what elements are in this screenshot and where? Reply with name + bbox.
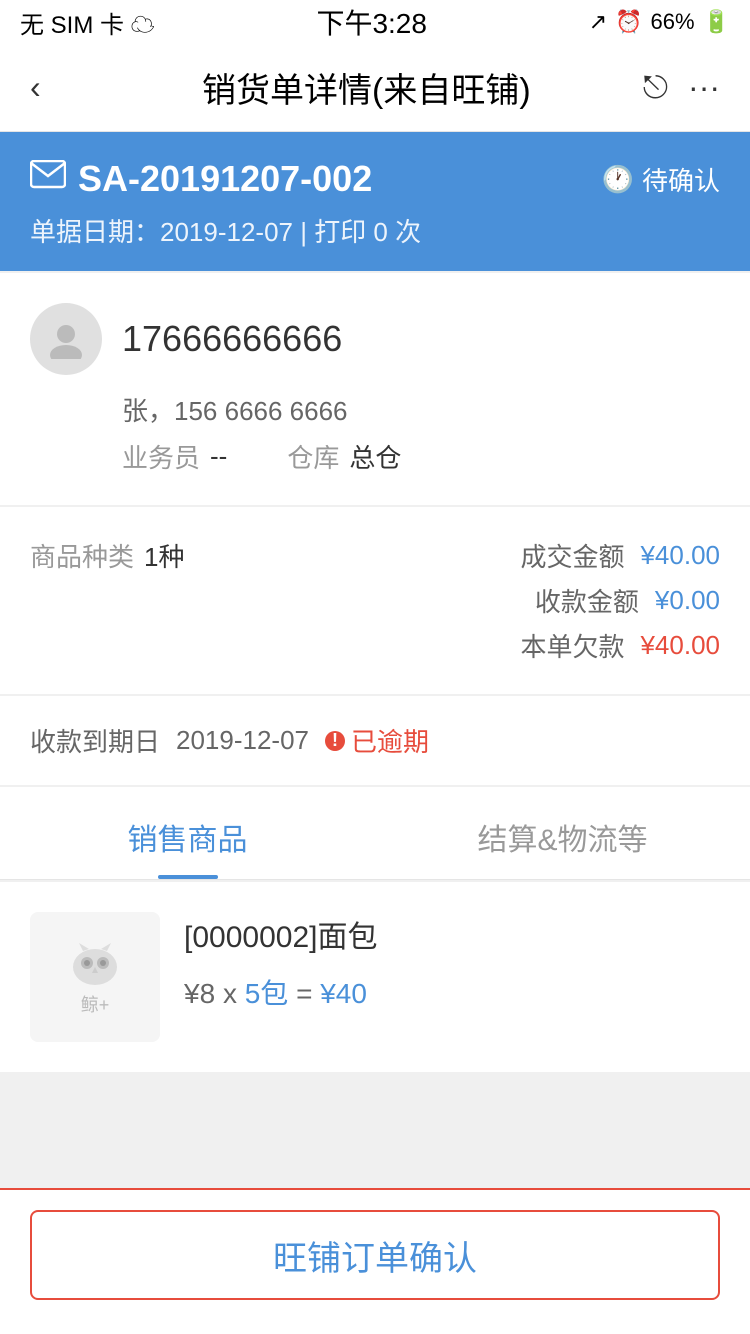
transaction-row: 成交金额 ¥40.00: [520, 537, 720, 574]
status-bar: 无 SIM 卡 ☁ 下午3:28 ↗ ⏰ 66% 🔋: [0, 0, 750, 44]
nav-right: ⎋ ···: [643, 69, 720, 107]
avatar: [30, 303, 102, 375]
no-sim-text: 无 SIM 卡 ☁: [20, 5, 155, 40]
tab-settlement[interactable]: 结算&物流等: [375, 787, 750, 879]
received-label: 收款金额: [535, 582, 639, 619]
sales-label: 业务员: [122, 438, 200, 475]
nav-left: ‹: [30, 69, 90, 106]
customer-name: 张，156 6666 6666: [122, 391, 720, 428]
multiply-sign: x: [223, 978, 237, 1009]
order-header: SA-20191207-002 🕐 待确认 单据日期：2019-12-07 | …: [0, 132, 750, 271]
order-id-text: SA-20191207-002: [78, 158, 372, 200]
due-date-label: 收款到期日: [30, 722, 160, 759]
owed-amount: ¥40.00: [640, 630, 720, 661]
sales-meta: 业务员 --: [122, 438, 227, 475]
battery-text: 66%: [651, 9, 695, 35]
tab-products[interactable]: 销售商品: [0, 787, 375, 879]
summary-right: 成交金额 ¥40.00 收款金额 ¥0.00 本单欠款 ¥40.00: [520, 537, 720, 664]
back-button[interactable]: ‹: [30, 69, 41, 106]
product-card: 鲸+ [0000002]面包 ¥8 x 5包 = ¥40: [0, 882, 750, 1072]
price-value: ¥8: [184, 978, 215, 1009]
warehouse-label: 仓库: [287, 438, 339, 475]
received-row: 收款金额 ¥0.00: [520, 582, 720, 619]
received-amount: ¥0.00: [655, 585, 720, 616]
due-date-card: 收款到期日 2019-12-07 ! 已逾期: [0, 696, 750, 785]
nav-bar: ‹ 销货单详情(来自旺铺) ⎋ ···: [0, 44, 750, 132]
type-value: 1种: [144, 537, 184, 574]
more-button[interactable]: ···: [688, 69, 720, 106]
order-id-row: SA-20191207-002 🕐 待确认: [30, 158, 720, 200]
due-date-value: 2019-12-07: [176, 725, 309, 756]
product-qty: 5包: [245, 978, 289, 1009]
summary-left: 商品种类 1种: [30, 537, 184, 574]
product-image: 鲸+: [30, 912, 160, 1042]
status-clock-icon: 🕐: [602, 164, 634, 195]
product-price: ¥8 x 5包 = ¥40: [184, 972, 720, 1012]
order-status: 🕐 待确认: [602, 161, 720, 198]
order-icon: [30, 160, 66, 198]
location-icon: ↗: [589, 9, 607, 35]
customer-meta: 业务员 -- 仓库 总仓: [122, 438, 720, 475]
overdue-text: 已逾期: [351, 722, 429, 759]
confirm-btn-label: 旺铺订单确认: [273, 1231, 477, 1280]
alarm-icon: ⏰: [615, 9, 642, 35]
summary-card: 商品种类 1种 成交金额 ¥40.00 收款金额 ¥0.00 本单欠款 ¥40.…: [0, 507, 750, 694]
status-label: 待确认: [642, 161, 720, 198]
tabs-container: 销售商品 结算&物流等: [0, 787, 750, 880]
owed-label: 本单欠款: [520, 627, 624, 664]
equals-sign: =: [296, 978, 312, 1009]
product-name: [0000002]面包: [184, 912, 720, 956]
warehouse-value: 总仓: [349, 438, 401, 475]
order-date: 单据日期：2019-12-07 | 打印 0 次: [30, 212, 720, 249]
tab-settlement-label: 结算&物流等: [477, 824, 647, 857]
transaction-label: 成交金额: [520, 537, 624, 574]
share-button[interactable]: ⎋: [643, 69, 668, 107]
page-title: 销货单详情(来自旺铺): [90, 63, 643, 112]
type-label: 商品种类: [30, 537, 134, 574]
status-left: 无 SIM 卡 ☁: [20, 5, 155, 40]
battery-icon: 🔋: [703, 9, 730, 35]
owed-row: 本单欠款 ¥40.00: [520, 627, 720, 664]
status-right: ↗ ⏰ 66% 🔋: [589, 9, 730, 35]
product-info: [0000002]面包 ¥8 x 5包 = ¥40: [184, 912, 720, 1012]
product-type: 商品种类 1种: [30, 537, 184, 574]
customer-top: 17666666666: [30, 303, 720, 375]
tab-products-label: 销售商品: [128, 824, 248, 857]
order-id: SA-20191207-002: [30, 158, 372, 200]
owl-text: 鲸+: [81, 991, 110, 1017]
sales-value: --: [210, 441, 227, 472]
overdue-icon: !: [325, 731, 345, 751]
overdue-badge: ! 已逾期: [325, 722, 429, 759]
confirm-btn-container: 旺铺订单确认: [0, 1188, 750, 1334]
transaction-amount: ¥40.00: [640, 540, 720, 571]
customer-phone: 17666666666: [122, 318, 342, 360]
confirm-order-button[interactable]: 旺铺订单确认: [30, 1210, 720, 1300]
warehouse-meta: 仓库 总仓: [287, 438, 401, 475]
customer-card: 17666666666 张，156 6666 6666 业务员 -- 仓库 总仓: [0, 273, 750, 505]
owl-logo: 鲸+: [65, 937, 125, 1017]
status-time: 下午3:28: [316, 2, 427, 42]
product-total: ¥40: [320, 978, 367, 1009]
